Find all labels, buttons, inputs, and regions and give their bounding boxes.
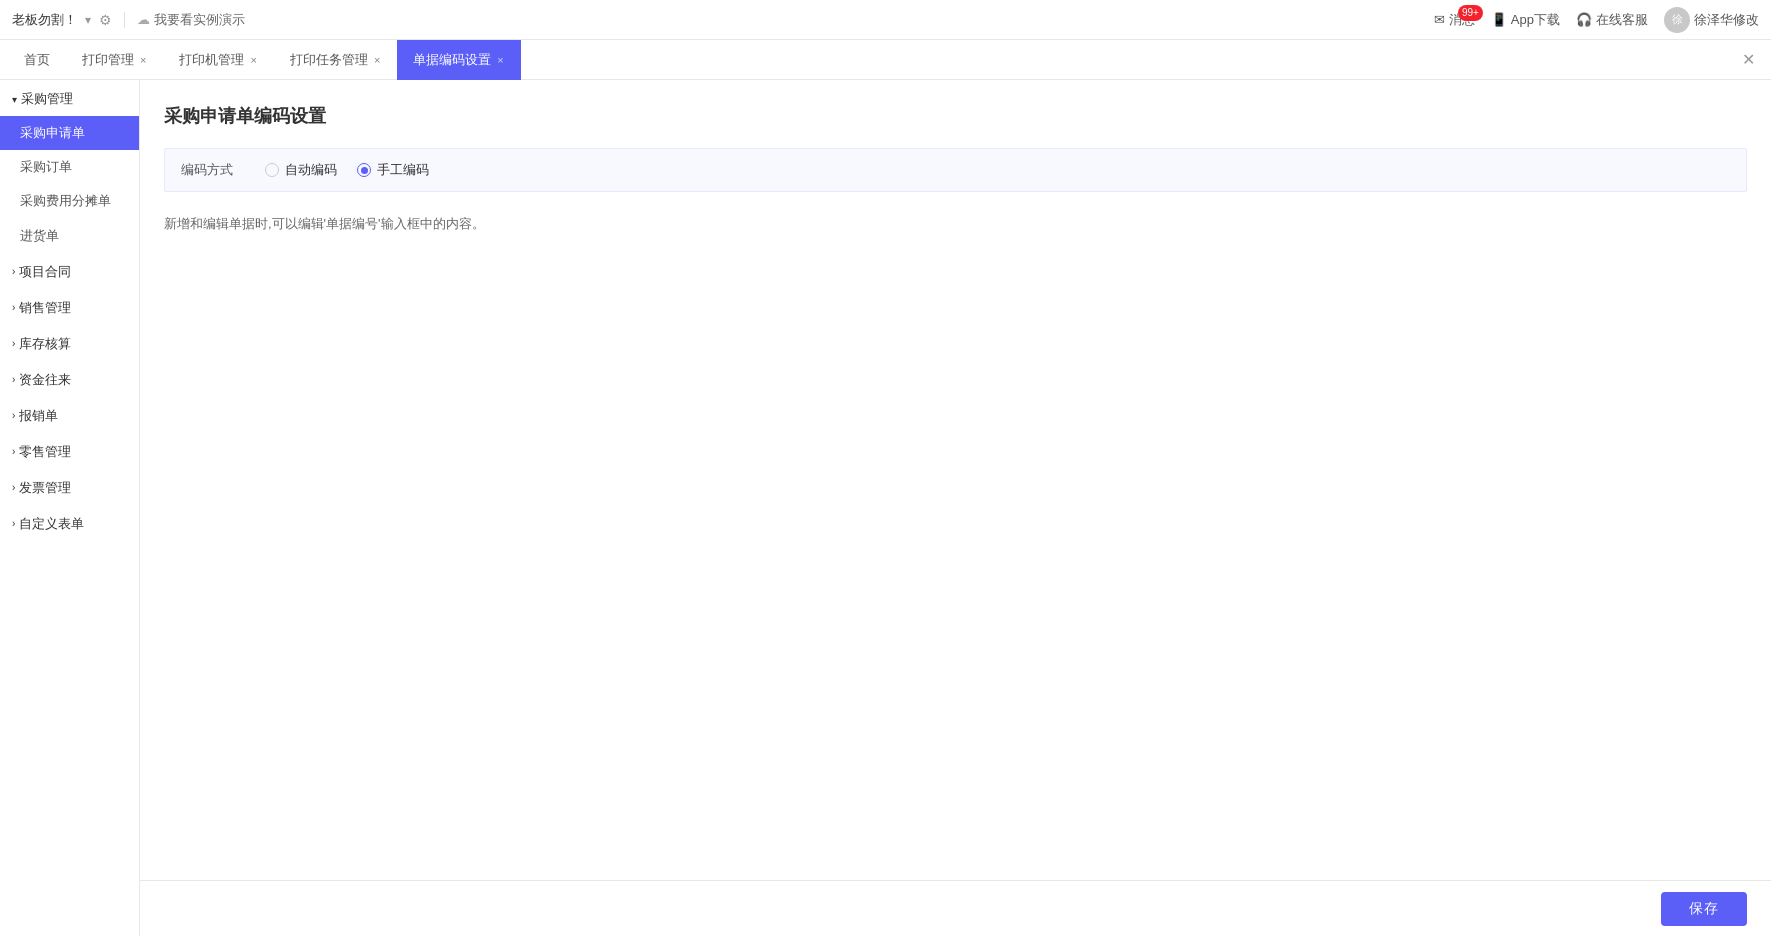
tab-bar-end: ✕ — [1734, 50, 1763, 69]
auto-code-option[interactable]: 自动编码 — [265, 161, 337, 179]
content-area: 采购申请单编码设置 编码方式 自动编码 手工编码 新增和编辑单据时,可以编辑'单… — [140, 80, 1771, 936]
sidebar-group-label: 采购管理 — [21, 90, 73, 108]
manual-code-label: 手工编码 — [377, 161, 429, 179]
coding-method-row: 编码方式 自动编码 手工编码 — [164, 148, 1747, 192]
sidebar-item-purchase-order[interactable]: 采购订单 — [0, 150, 139, 184]
message-button[interactable]: ✉ 消息 99+ — [1434, 11, 1475, 29]
sidebar-group-retail: › 零售管理 — [0, 433, 139, 469]
chevron-right-icon: › — [12, 374, 15, 385]
chevron-right-icon: › — [12, 302, 15, 313]
sidebar-group-label: 资金往来 — [19, 371, 71, 389]
demo-text: 我要看实例演示 — [154, 11, 245, 29]
sidebar-group-title-invoice[interactable]: › 发票管理 — [0, 469, 139, 505]
sidebar-item-purchase-request[interactable]: 采购申请单 — [0, 116, 139, 150]
tab-label: 打印任务管理 — [290, 51, 368, 69]
tab-bar: 首页 打印管理 × 打印机管理 × 打印任务管理 × 单据编码设置 × ✕ — [0, 40, 1771, 80]
coding-method-label: 编码方式 — [181, 161, 241, 179]
headset-icon: 🎧 — [1576, 12, 1592, 27]
radio-group: 自动编码 手工编码 — [265, 161, 429, 179]
sidebar-group-inventory: › 库存核算 — [0, 325, 139, 361]
username: 徐泽华修改 — [1694, 11, 1759, 29]
sidebar-group-title-project[interactable]: › 项目合同 — [0, 253, 139, 289]
manual-code-option[interactable]: 手工编码 — [357, 161, 429, 179]
sidebar-group-title-sales[interactable]: › 销售管理 — [0, 289, 139, 325]
cloud-icon: ☁ — [137, 12, 150, 27]
sidebar-group-label: 发票管理 — [19, 479, 71, 497]
top-bar-right: ✉ 消息 99+ 📱 App下载 🎧 在线客服 徐 徐泽华修改 — [1434, 7, 1759, 33]
chevron-down-icon[interactable]: ▾ — [85, 13, 91, 27]
sidebar-group-funds: › 资金往来 — [0, 361, 139, 397]
chevron-right-icon: › — [12, 518, 15, 529]
sidebar-group-title-custom[interactable]: › 自定义表单 — [0, 505, 139, 541]
footer-bar: 保存 — [140, 880, 1771, 936]
chevron-down-icon: ▾ — [12, 94, 17, 105]
user-profile-button[interactable]: 徐 徐泽华修改 — [1664, 7, 1759, 33]
tab-close-icon[interactable]: × — [374, 54, 380, 66]
sidebar-group-sales: › 销售管理 — [0, 289, 139, 325]
sidebar-group-title-retail[interactable]: › 零售管理 — [0, 433, 139, 469]
online-service-label: 在线客服 — [1596, 11, 1648, 29]
tab-single-code[interactable]: 单据编码设置 × — [397, 40, 520, 80]
divider — [124, 12, 125, 28]
sidebar-group-title-funds[interactable]: › 资金往来 — [0, 361, 139, 397]
app-icon: 📱 — [1491, 12, 1507, 27]
tab-home[interactable]: 首页 — [8, 40, 66, 80]
chevron-right-icon: › — [12, 482, 15, 493]
chevron-right-icon: › — [12, 266, 15, 277]
top-bar: 老板勿割！ ▾ ⚙ ☁ 我要看实例演示 ✉ 消息 99+ 📱 App下载 🎧 在… — [0, 0, 1771, 40]
sidebar-group-label: 库存核算 — [19, 335, 71, 353]
manual-code-radio[interactable] — [357, 163, 371, 177]
chevron-right-icon: › — [12, 410, 15, 421]
sidebar-group-purchase: ▾ 采购管理 采购申请单 采购订单 采购费用分摊单 进货单 — [0, 80, 139, 253]
window-close-button[interactable]: ✕ — [1734, 50, 1763, 69]
page-title: 采购申请单编码设置 — [164, 104, 1747, 128]
sidebar-item-purchase-expense[interactable]: 采购费用分摊单 — [0, 184, 139, 218]
sidebar-group-label: 项目合同 — [19, 263, 71, 281]
chevron-right-icon: › — [12, 338, 15, 349]
sidebar-item-stock-in[interactable]: 进货单 — [0, 219, 139, 253]
sidebar-group-returns: › 报销单 — [0, 397, 139, 433]
sidebar: ▾ 采购管理 采购申请单 采购订单 采购费用分摊单 进货单 › 项目合同 › 销… — [0, 80, 140, 936]
message-badge: 99+ — [1458, 5, 1483, 21]
sidebar-group-label: 报销单 — [19, 407, 58, 425]
tab-print-mgmt[interactable]: 打印管理 × — [66, 40, 163, 80]
chevron-right-icon: › — [12, 446, 15, 457]
auto-code-label: 自动编码 — [285, 161, 337, 179]
tab-label: 单据编码设置 — [413, 51, 491, 69]
app-download-label: App下载 — [1511, 11, 1560, 29]
tab-close-icon[interactable]: × — [140, 54, 146, 66]
sidebar-group-label: 销售管理 — [19, 299, 71, 317]
sidebar-group-title-inventory[interactable]: › 库存核算 — [0, 325, 139, 361]
message-icon: ✉ — [1434, 12, 1445, 27]
sidebar-group-project: › 项目合同 — [0, 253, 139, 289]
content-body: 采购申请单编码设置 编码方式 自动编码 手工编码 新增和编辑单据时,可以编辑'单… — [140, 80, 1771, 880]
avatar: 徐 — [1664, 7, 1690, 33]
tab-close-icon[interactable]: × — [497, 54, 503, 66]
app-download-button[interactable]: 📱 App下载 — [1491, 11, 1560, 29]
tab-label: 打印管理 — [82, 51, 134, 69]
tab-print-task[interactable]: 打印任务管理 × — [274, 40, 397, 80]
tab-label: 打印机管理 — [179, 51, 244, 69]
sidebar-group-custom: › 自定义表单 — [0, 505, 139, 541]
sidebar-group-invoice: › 发票管理 — [0, 469, 139, 505]
demo-link[interactable]: ☁ 我要看实例演示 — [137, 11, 245, 29]
gear-icon[interactable]: ⚙ — [99, 12, 112, 28]
sidebar-group-title-returns[interactable]: › 报销单 — [0, 397, 139, 433]
sidebar-group-label: 零售管理 — [19, 443, 71, 461]
tab-printer-mgmt[interactable]: 打印机管理 × — [163, 40, 273, 80]
info-text: 新增和编辑单据时,可以编辑'单据编号'输入框中的内容。 — [164, 212, 1747, 235]
main-layout: ▾ 采购管理 采购申请单 采购订单 采购费用分摊单 进货单 › 项目合同 › 销… — [0, 80, 1771, 936]
tab-close-icon[interactable]: × — [250, 54, 256, 66]
sidebar-group-title-purchase[interactable]: ▾ 采购管理 — [0, 80, 139, 116]
brand-text: 老板勿割！ — [12, 11, 77, 29]
save-button[interactable]: 保存 — [1661, 892, 1747, 926]
top-bar-left: 老板勿割！ ▾ ⚙ ☁ 我要看实例演示 — [12, 11, 245, 29]
sidebar-group-label: 自定义表单 — [19, 515, 84, 533]
auto-code-radio[interactable] — [265, 163, 279, 177]
online-service-button[interactable]: 🎧 在线客服 — [1576, 11, 1648, 29]
